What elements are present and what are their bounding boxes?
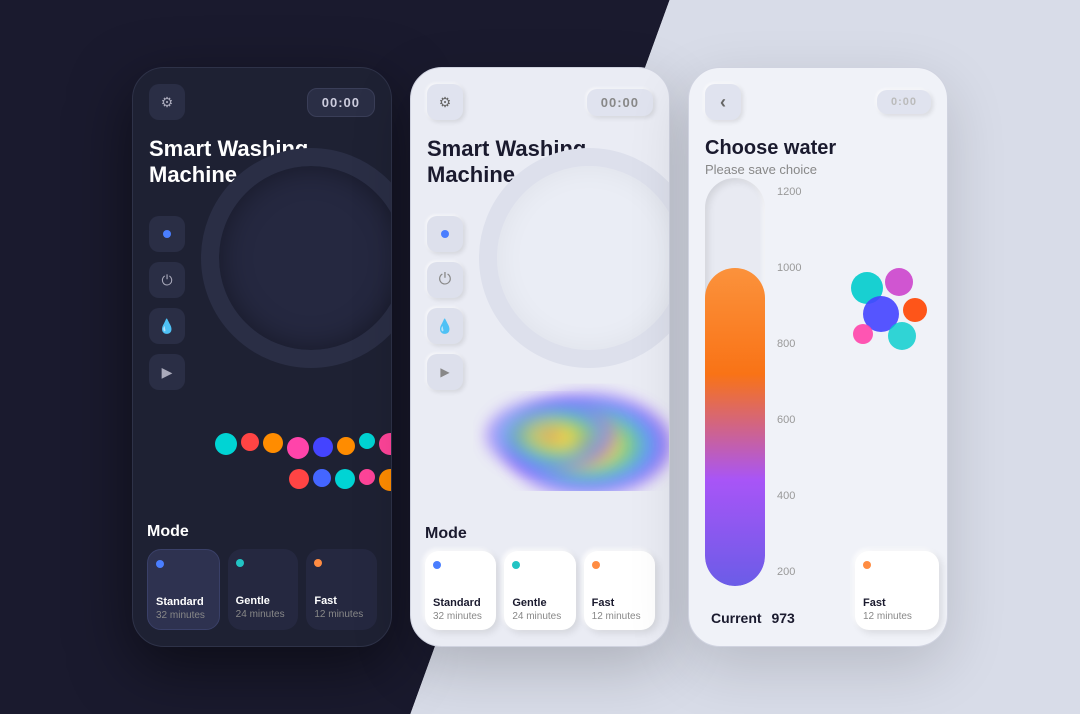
water-level-section: 1200 1000 800 600 400 200 [705, 178, 801, 586]
phone-light: ⚙ 00:00 Smart Washing Machine ⏻ 💧 ▶ [410, 67, 670, 647]
mode-time-gentle: 24 minutes [236, 609, 291, 620]
current-value: 973 [771, 610, 794, 626]
back-icon[interactable]: ‹ [705, 84, 741, 120]
phones-container: ⚙ 00:00 Smart Washing Machine ⏻ 💧 ▶ [0, 0, 1080, 714]
scale-600: 600 [777, 414, 801, 426]
mode-dot-fast [314, 559, 322, 567]
play-icon-light[interactable]: ▶ [427, 354, 463, 390]
play-icon[interactable]: ▶ [149, 354, 185, 390]
mode-card-fast-light[interactable]: Fast 12 minutes [584, 551, 655, 630]
topbar-water: ‹ 0:00 [689, 68, 947, 128]
mode-card-standard[interactable]: Standard 32 minutes [147, 549, 220, 630]
settings-icon-light[interactable]: ⚙ [427, 84, 463, 120]
mode-name-standard-light: Standard [433, 597, 488, 609]
side-icons-light: ⏻ 💧 ▶ [427, 216, 463, 390]
scale-800: 800 [777, 338, 801, 350]
scale-400: 400 [777, 490, 801, 502]
mode-name-fast: Fast [314, 595, 369, 607]
mode-name-gentle: Gentle [236, 595, 291, 607]
mode-dot-fast-light [592, 561, 600, 569]
mode-time-fast-water: 12 minutes [863, 611, 931, 622]
settings-icon[interactable]: ⚙ [149, 84, 185, 120]
mode-name-fast-light: Fast [592, 597, 647, 609]
mode-dot-standard-light [433, 561, 441, 569]
scale-labels: 1200 1000 800 600 400 200 [777, 178, 801, 586]
water-icon[interactable]: 💧 [149, 308, 185, 344]
mode-cards-dark: Standard 32 minutes Gentle 24 minutes Fa… [147, 549, 377, 630]
topbar-dark: ⚙ 00:00 [133, 68, 391, 128]
thermo-fill [705, 268, 765, 586]
wifi-icon[interactable] [149, 216, 185, 252]
mode-title-dark: Mode [147, 523, 377, 541]
mode-name-gentle-light: Gentle [512, 597, 567, 609]
mode-section-light: Mode Standard 32 minutes Gentle 24 minut… [411, 515, 669, 646]
mode-section-partial: Fast 12 minutes [847, 541, 947, 646]
mode-card-fast[interactable]: Fast 12 minutes [306, 549, 377, 630]
power-icon[interactable]: ⏻ [149, 262, 185, 298]
wifi-icon-light[interactable] [427, 216, 463, 252]
mode-dot-standard [156, 560, 164, 568]
app-title-water: Choose water [705, 136, 931, 160]
scale-200: 200 [777, 566, 801, 578]
bubbles-cluster [847, 268, 947, 368]
bubbles-dark [201, 391, 392, 491]
mode-time-gentle-light: 24 minutes [512, 611, 567, 622]
mode-dot-gentle-light [512, 561, 520, 569]
side-icons-dark: ⏻ 💧 ▶ [149, 216, 185, 390]
mode-name-standard: Standard [156, 596, 211, 608]
mode-card-fast-water[interactable]: Fast 12 minutes [855, 551, 939, 630]
timer-water: 0:00 [877, 90, 931, 114]
app-subtitle-water: Please save choice [705, 162, 931, 177]
mode-title-light: Mode [425, 525, 655, 543]
mode-cards-light: Standard 32 minutes Gentle 24 minutes Fa… [425, 551, 655, 630]
phone-dark: ⚙ 00:00 Smart Washing Machine ⏻ 💧 ▶ [132, 67, 392, 647]
water-blob [469, 371, 670, 491]
mode-section-dark: Mode Standard 32 minutes Gentle 24 minut… [133, 513, 391, 646]
timer-display: 00:00 [307, 88, 375, 117]
mode-time-fast: 12 minutes [314, 609, 369, 620]
mode-dot-fast-water [863, 561, 871, 569]
mode-time-fast-light: 12 minutes [592, 611, 647, 622]
scale-1200: 1200 [777, 186, 801, 198]
mode-time-standard: 32 minutes [156, 610, 211, 621]
timer-display-light: 00:00 [587, 89, 653, 116]
current-label: Current 973 [705, 610, 795, 626]
mode-name-fast-water: Fast [863, 597, 931, 609]
mode-time-standard-light: 32 minutes [433, 611, 488, 622]
scale-1000: 1000 [777, 262, 801, 274]
topbar-light: ⚙ 00:00 [411, 68, 669, 128]
power-icon-light[interactable]: ⏻ [427, 262, 463, 298]
mode-card-standard-light[interactable]: Standard 32 minutes [425, 551, 496, 630]
phone-water: ‹ 0:00 Choose water Please save choice 1… [688, 67, 948, 647]
mode-card-gentle-light[interactable]: Gentle 24 minutes [504, 551, 575, 630]
water-icon-light[interactable]: 💧 [427, 308, 463, 344]
mode-card-gentle[interactable]: Gentle 24 minutes [228, 549, 299, 630]
thermometer[interactable] [705, 178, 765, 586]
mode-dot-gentle [236, 559, 244, 567]
title-section-water: Choose water Please save choice [689, 128, 947, 181]
